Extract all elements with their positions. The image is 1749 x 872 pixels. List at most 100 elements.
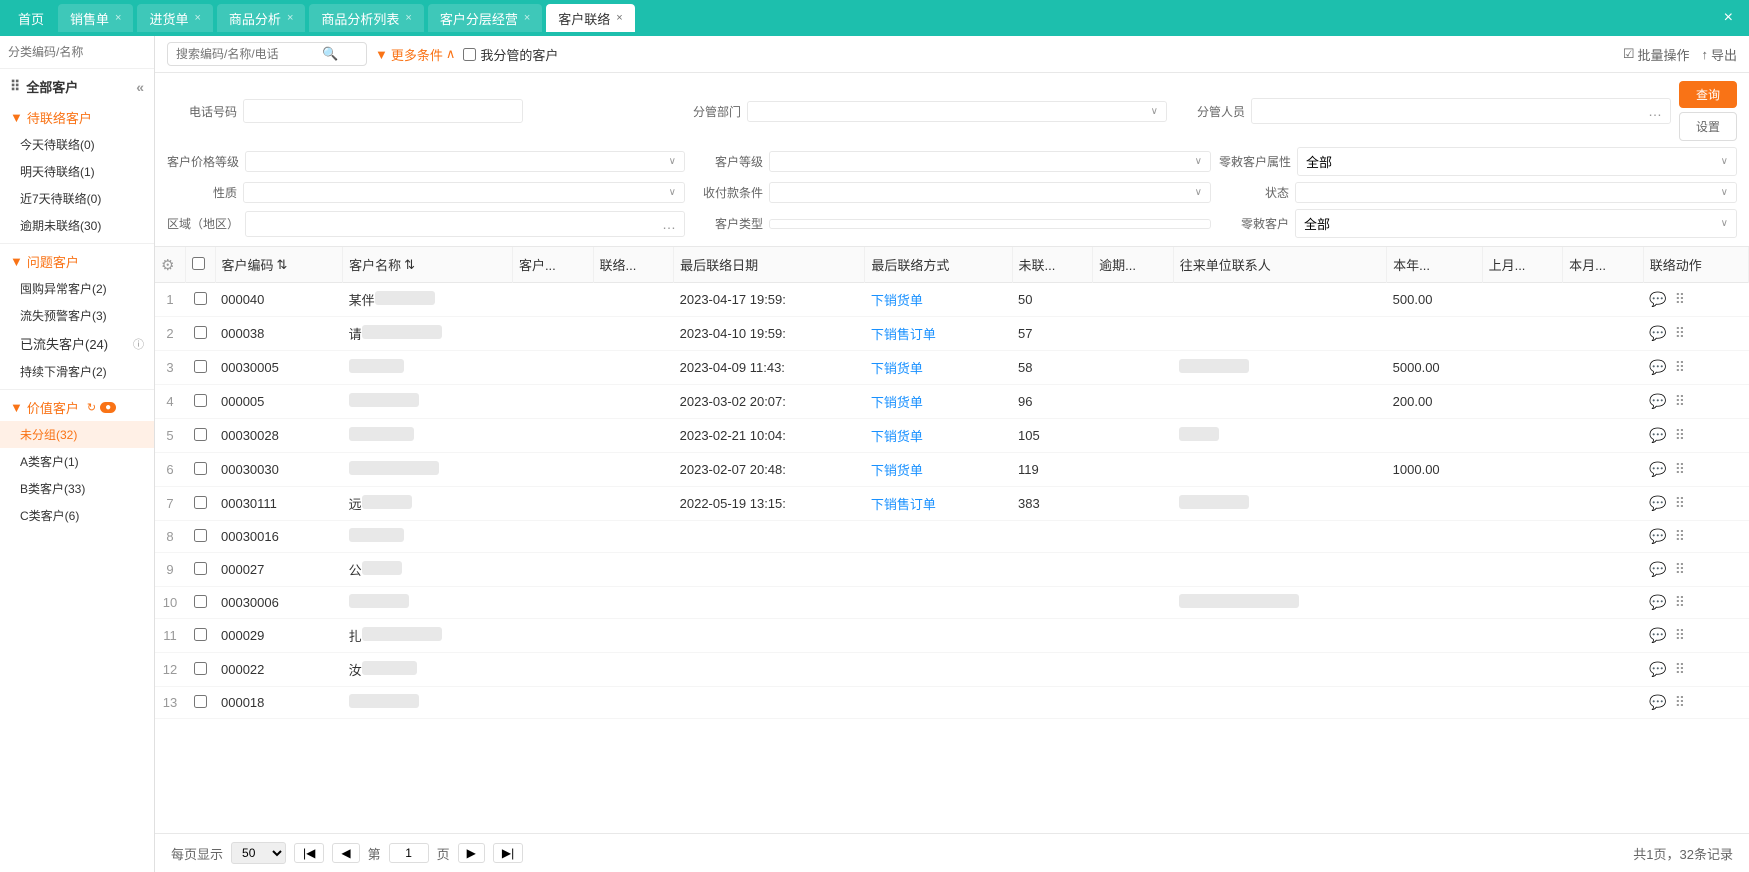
col-name-header[interactable]: 客户名称 ⇅ — [343, 247, 513, 283]
close-tab-icon[interactable]: × — [287, 12, 293, 24]
last-way-link[interactable]: 下销货单 — [871, 293, 923, 308]
message-icon[interactable]: 💬 — [1649, 461, 1666, 478]
nav-tab-analysis[interactable]: 商品分析 × — [217, 4, 305, 32]
export-btn[interactable]: ↑ 导出 — [1701, 45, 1737, 64]
sidebar-section-problem[interactable]: ▼ 问题客户 — [0, 248, 154, 275]
nav-tab-sales[interactable]: 销售单 × — [58, 4, 133, 32]
nav-home[interactable]: 首页 — [8, 5, 54, 32]
message-icon[interactable]: 💬 — [1649, 291, 1666, 308]
last-way-link[interactable]: 下销售订单 — [871, 497, 936, 512]
grid-action-icon[interactable]: ⠿ — [1675, 594, 1685, 611]
payment-select[interactable]: ∨ — [769, 182, 1211, 203]
message-icon[interactable]: 💬 — [1649, 627, 1666, 644]
row-check[interactable] — [185, 521, 215, 553]
row-check[interactable] — [185, 687, 215, 719]
dots-icon[interactable]: … — [662, 216, 676, 232]
nature-select[interactable]: ∨ — [243, 182, 685, 203]
row-check[interactable] — [185, 587, 215, 619]
row-check[interactable] — [185, 385, 215, 419]
refresh-icon[interactable]: ↻ — [87, 401, 96, 414]
grid-action-icon[interactable]: ⠿ — [1675, 325, 1685, 342]
last-page-btn[interactable]: ▶| — [493, 843, 523, 863]
grid-action-icon[interactable]: ⠿ — [1675, 427, 1685, 444]
grid-action-icon[interactable]: ⠿ — [1675, 495, 1685, 512]
last-way-link[interactable]: 下销售订单 — [871, 327, 936, 342]
select-all-checkbox[interactable] — [192, 257, 205, 270]
message-icon[interactable]: 💬 — [1649, 594, 1666, 611]
row-check[interactable] — [185, 653, 215, 687]
sidebar-item-7days[interactable]: 近7天待联络(0) — [0, 185, 154, 212]
row-check[interactable] — [185, 283, 215, 317]
row-check[interactable] — [185, 419, 215, 453]
reset-button[interactable]: 设置 — [1679, 112, 1737, 141]
row-check[interactable] — [185, 619, 215, 653]
sidebar-item-classC[interactable]: C类客户(6) — [0, 502, 154, 529]
grid-action-icon[interactable]: ⠿ — [1675, 627, 1685, 644]
sidebar-section-value[interactable]: ▼ 价值客户 ↻ ● — [0, 394, 154, 421]
price-level-select[interactable]: ∨ — [245, 151, 685, 172]
row-check[interactable] — [185, 453, 215, 487]
zero-customer-select[interactable]: 全部 ∨ — [1295, 209, 1737, 238]
grid-action-icon[interactable]: ⠿ — [1675, 461, 1685, 478]
phone-input[interactable] — [243, 99, 523, 123]
search-input[interactable] — [176, 47, 316, 61]
sidebar-item-decline[interactable]: 持续下滑客户(2) — [0, 358, 154, 385]
sidebar-item-lost[interactable]: 已流失客户(24) ⓘ — [0, 329, 154, 358]
sidebar-item-warn[interactable]: 流失预警客户(3) — [0, 302, 154, 329]
grid-action-icon[interactable]: ⠿ — [1675, 359, 1685, 376]
zero-attr-select[interactable]: 全部 ∨ — [1297, 147, 1737, 176]
last-way-link[interactable]: 下销货单 — [871, 429, 923, 444]
batch-ops-btn[interactable]: ☑ 批量操作 — [1623, 45, 1690, 64]
page-size-select[interactable]: 50 100 — [231, 842, 286, 864]
grid-action-icon[interactable]: ⠿ — [1675, 291, 1685, 308]
grid-action-icon[interactable]: ⠿ — [1675, 661, 1685, 678]
customer-level-select[interactable]: ∨ — [769, 151, 1211, 172]
next-page-btn[interactable]: ▶ — [458, 843, 485, 863]
more-conditions-btn[interactable]: ▼ 更多条件 ∧ — [375, 45, 455, 64]
query-button[interactable]: 查询 — [1679, 81, 1737, 108]
message-icon[interactable]: 💬 — [1649, 427, 1666, 444]
col-code-header[interactable]: 客户编码 ⇅ — [215, 247, 343, 283]
nav-tab-analysis-list[interactable]: 商品分析列表 × — [309, 4, 423, 32]
sidebar-item-classA[interactable]: A类客户(1) — [0, 448, 154, 475]
row-check[interactable] — [185, 487, 215, 521]
close-tab-icon[interactable]: × — [524, 12, 530, 24]
prev-page-btn[interactable]: ◀ — [332, 843, 359, 863]
message-icon[interactable]: 💬 — [1649, 393, 1666, 410]
sidebar-item-ungroup[interactable]: 未分组(32) — [0, 421, 154, 448]
my-customers-check[interactable] — [463, 48, 476, 61]
sidebar-item-hoard[interactable]: 囤购异常客户(2) — [0, 275, 154, 302]
dept-select[interactable]: ∨ — [747, 101, 1167, 122]
last-way-link[interactable]: 下销货单 — [871, 361, 923, 376]
grid-action-icon[interactable]: ⠿ — [1675, 561, 1685, 578]
sidebar-item-today[interactable]: 今天待联络(0) — [0, 131, 154, 158]
message-icon[interactable]: 💬 — [1649, 694, 1666, 711]
last-way-link[interactable]: 下销货单 — [871, 395, 923, 410]
sidebar-collapse-btn[interactable]: « — [136, 79, 144, 95]
area-select[interactable]: … — [245, 211, 685, 237]
grid-action-icon[interactable]: ⠿ — [1675, 393, 1685, 410]
last-way-link[interactable]: 下销货单 — [871, 463, 923, 478]
row-check[interactable] — [185, 351, 215, 385]
row-check[interactable] — [185, 553, 215, 587]
page-input[interactable] — [389, 843, 429, 863]
grid-action-icon[interactable]: ⠿ — [1675, 528, 1685, 545]
close-tab-icon[interactable]: × — [194, 12, 200, 24]
message-icon[interactable]: 💬 — [1649, 495, 1666, 512]
status-select[interactable]: ∨ — [1295, 182, 1737, 203]
message-icon[interactable]: 💬 — [1649, 359, 1666, 376]
first-page-btn[interactable]: |◀ — [294, 843, 324, 863]
search-icon[interactable]: 🔍 — [322, 46, 338, 62]
sidebar-search-input[interactable] — [8, 45, 155, 59]
nav-tab-customer-contact[interactable]: 客户联络 × — [546, 4, 634, 32]
person-select[interactable]: … — [1251, 98, 1671, 124]
message-icon[interactable]: 💬 — [1649, 661, 1666, 678]
nav-tab-customer-layer[interactable]: 客户分层经营 × — [428, 4, 542, 32]
close-tab-icon[interactable]: × — [616, 12, 622, 24]
settings-icon[interactable]: ⚙ — [161, 257, 174, 274]
nav-tab-purchase[interactable]: 进货单 × — [137, 4, 212, 32]
close-tab-icon[interactable]: × — [115, 12, 121, 24]
customer-type-select[interactable] — [769, 219, 1211, 229]
sidebar-section-pending[interactable]: ▼ 待联络客户 — [0, 104, 154, 131]
message-icon[interactable]: 💬 — [1649, 528, 1666, 545]
